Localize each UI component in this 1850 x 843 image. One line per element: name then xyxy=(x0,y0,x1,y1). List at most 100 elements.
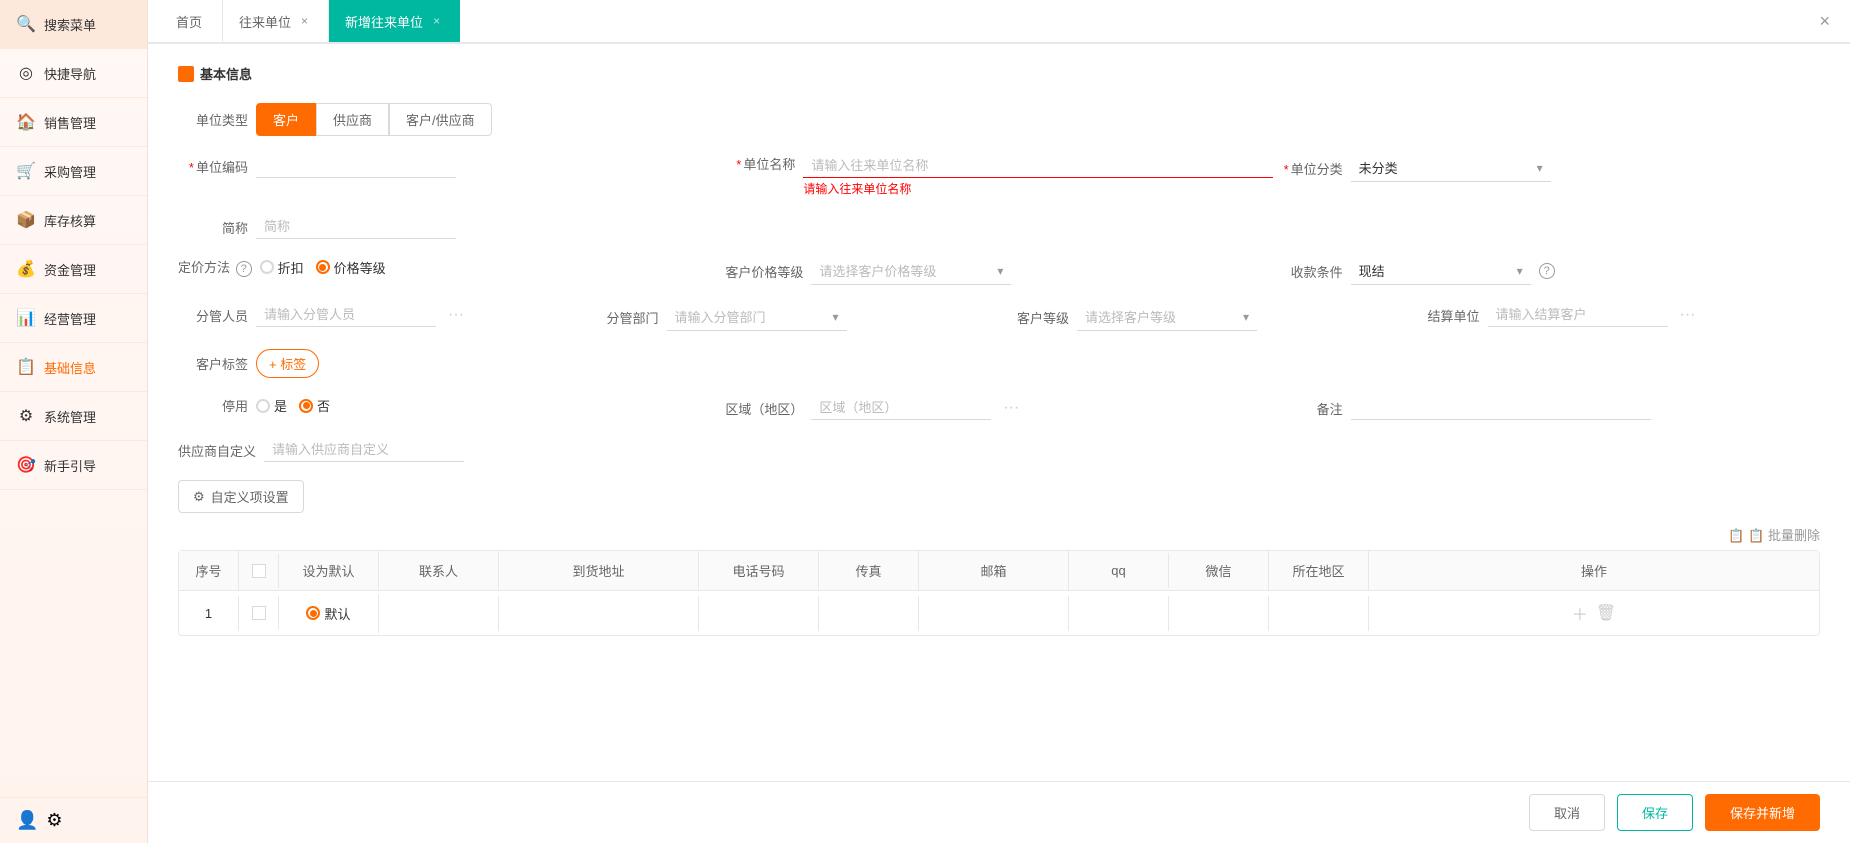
pricing-method-label: 定价方法 ? xyxy=(178,257,252,277)
unit-name-label: *单位名称 xyxy=(725,154,795,173)
sidebar-item-operations[interactable]: 📊 经营管理 xyxy=(0,294,147,343)
custom-settings-btn[interactable]: ⚙ 自定义项设置 xyxy=(178,480,304,513)
save-button[interactable]: 保存 xyxy=(1617,794,1693,831)
sidebar-item-system[interactable]: ⚙ 系统管理 xyxy=(0,392,147,441)
unit-code-input[interactable]: 000009 xyxy=(256,154,456,178)
address-input[interactable] xyxy=(507,606,690,621)
pricing-radio-level[interactable]: 价格等级 xyxy=(316,258,386,277)
customer-level-label: 客户等级 xyxy=(999,308,1069,327)
sidebar: 🔍 搜索菜单 ◎ 快捷导航 🏠 销售管理 🛒 采购管理 📦 库存核算 💰 资金管… xyxy=(0,0,148,843)
tab-home[interactable]: 首页 xyxy=(156,0,223,42)
remark-input[interactable] xyxy=(1351,396,1651,420)
disable-radio-no[interactable]: 否 xyxy=(299,396,330,415)
sidebar-item-purchase[interactable]: 🛒 采购管理 xyxy=(0,147,147,196)
unit-category-select[interactable]: 未分类 ▾ xyxy=(1351,154,1551,182)
manager-input[interactable] xyxy=(256,303,436,327)
tabbar-close-btn[interactable]: × xyxy=(1807,11,1842,32)
cell-phone[interactable] xyxy=(699,596,819,631)
cell-contact[interactable] xyxy=(379,596,499,631)
unit-name-input[interactable] xyxy=(803,154,1272,178)
th-seq: 序号 xyxy=(179,551,239,590)
radio-no-circle xyxy=(299,399,313,413)
settings-icon[interactable]: ⚙ xyxy=(46,810,62,831)
unit-type-row: 单位类型 客户 供应商 客户/供应商 xyxy=(178,103,1820,136)
tab-partner[interactable]: 往来单位 × xyxy=(223,0,329,42)
sidebar-item-label: 销售管理 xyxy=(44,113,96,132)
email-input[interactable] xyxy=(927,606,1060,621)
sidebar-item-base[interactable]: 📋 基础信息 xyxy=(0,343,147,392)
pricing-radio-discount[interactable]: 折扣 xyxy=(260,258,304,277)
sidebar-item-sales[interactable]: 🏠 销售管理 xyxy=(0,98,147,147)
sidebar-item-search[interactable]: 🔍 搜索菜单 xyxy=(0,0,147,49)
header-checkbox[interactable] xyxy=(252,564,266,578)
cell-email[interactable] xyxy=(919,596,1069,631)
add-row-btn[interactable]: ＋ xyxy=(1572,601,1588,625)
cl-chevron: ▾ xyxy=(1243,310,1249,324)
wechat-input[interactable] xyxy=(1177,606,1260,621)
supplier-custom-group: 供应商自定义 xyxy=(178,438,1820,462)
customer-price-level-label: 客户价格等级 xyxy=(725,262,803,281)
unit-type-supplier-btn[interactable]: 供应商 xyxy=(316,103,389,136)
unit-type-both-btn[interactable]: 客户/供应商 xyxy=(389,103,492,136)
unit-type-label: 单位类型 xyxy=(178,110,248,129)
department-select[interactable]: 请输入分管部门 ▾ xyxy=(667,303,847,331)
sidebar-item-finance[interactable]: 💰 资金管理 xyxy=(0,245,147,294)
custom-settings-container: ⚙ 自定义项设置 xyxy=(178,480,1820,513)
payment-help-icon[interactable]: ? xyxy=(1539,263,1555,279)
cell-fax[interactable] xyxy=(819,596,919,631)
content-area: 基本信息 单位类型 客户 供应商 客户/供应商 *单位编码 000009 xyxy=(148,44,1850,781)
payment-terms-select[interactable]: 现结 ▾ xyxy=(1351,257,1531,285)
tabbar: 首页 往来单位 × 新增往来单位 × × xyxy=(148,0,1850,44)
cell-seq: 1 xyxy=(179,596,239,631)
row-checkbox[interactable] xyxy=(252,606,266,620)
manager-more-btn[interactable]: ··· xyxy=(448,306,464,324)
department-group: 分管部门 请输入分管部门 ▾ xyxy=(589,303,1000,331)
short-name-row: 简称 xyxy=(178,215,1820,239)
cell-wechat[interactable] xyxy=(1169,596,1269,631)
supplier-custom-input[interactable] xyxy=(264,438,464,462)
cell-region[interactable] xyxy=(1269,596,1369,631)
tab-new-partner[interactable]: 新增往来单位 × xyxy=(329,0,460,42)
settlement-more-btn[interactable]: ··· xyxy=(1680,306,1696,324)
phone-input[interactable] xyxy=(707,606,810,621)
batch-delete-btn[interactable]: 📋 📋 批量删除 xyxy=(178,525,1820,544)
delete-row-btn[interactable]: 🗑 xyxy=(1596,603,1616,623)
tab-new-partner-close[interactable]: × xyxy=(429,12,444,30)
qq-input[interactable] xyxy=(1077,606,1160,621)
sidebar-item-quicknav[interactable]: ◎ 快捷导航 xyxy=(0,49,147,98)
customer-tag-row: 客户标签 + 标签 xyxy=(178,349,1820,378)
customer-level-select[interactable]: 请选择客户等级 ▾ xyxy=(1077,303,1257,331)
pricing-help-icon[interactable]: ? xyxy=(236,261,252,277)
inventory-icon: 📦 xyxy=(16,210,36,230)
user-icon: 👤 xyxy=(16,810,38,831)
region-more-btn[interactable]: ··· xyxy=(1003,399,1019,417)
unit-type-customer-btn[interactable]: 客户 xyxy=(256,103,316,136)
customer-price-level-select[interactable]: 请选择客户价格等级 ▾ xyxy=(811,257,1011,285)
pricing-method-group: 定价方法 ? 折扣 价格等级 xyxy=(178,257,725,277)
customer-level-placeholder: 请选择客户等级 xyxy=(1085,307,1239,326)
contact-input[interactable] xyxy=(387,606,490,621)
sales-icon: 🏠 xyxy=(16,112,36,132)
unit-category-group: *单位分类 未分类 ▾ xyxy=(1273,154,1820,182)
cell-address[interactable] xyxy=(499,596,699,631)
disable-radio-yes[interactable]: 是 xyxy=(256,396,287,415)
unit-type-buttons: 客户 供应商 客户/供应商 xyxy=(256,103,492,136)
cancel-button[interactable]: 取消 xyxy=(1529,794,1605,831)
sidebar-item-label: 库存核算 xyxy=(44,211,96,230)
th-action: 操作 xyxy=(1369,551,1819,590)
cell-qq[interactable] xyxy=(1069,596,1169,631)
default-radio[interactable]: 默认 xyxy=(306,604,350,623)
sidebar-item-label: 经营管理 xyxy=(44,309,96,328)
tab-partner-close[interactable]: × xyxy=(297,12,312,30)
settlement-input[interactable] xyxy=(1488,303,1668,327)
region-table-input[interactable] xyxy=(1277,606,1360,621)
short-name-input[interactable] xyxy=(256,215,456,239)
add-tag-btn[interactable]: + 标签 xyxy=(256,349,319,378)
sidebar-item-newbie[interactable]: 🎯 新手引导 xyxy=(0,441,147,490)
remark-label: 备注 xyxy=(1273,399,1343,418)
fax-input[interactable] xyxy=(827,606,910,621)
cpl-chevron: ▾ xyxy=(997,264,1003,278)
save-new-button[interactable]: 保存并新增 xyxy=(1705,794,1820,831)
region-input[interactable] xyxy=(811,396,991,420)
sidebar-item-inventory[interactable]: 📦 库存核算 xyxy=(0,196,147,245)
